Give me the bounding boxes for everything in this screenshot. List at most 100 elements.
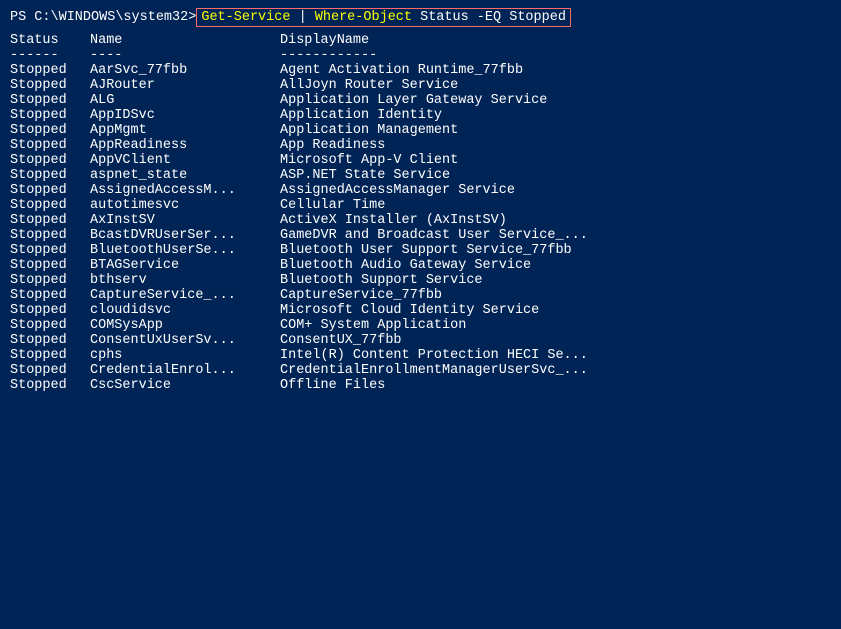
row-displayname: Bluetooth User Support Service_77fbb (280, 243, 831, 258)
prompt-line: PS C:\WINDOWS\system32> Get-Service | Wh… (10, 8, 831, 27)
row-status: Stopped (10, 228, 90, 243)
row-status: Stopped (10, 108, 90, 123)
table-row: StoppedcphsIntel(R) Content Protection H… (10, 348, 831, 363)
output-table: Status Name DisplayName ------ ---- ----… (10, 33, 831, 393)
row-displayname: App Readiness (280, 138, 831, 153)
row-status: Stopped (10, 318, 90, 333)
row-displayname: Bluetooth Support Service (280, 273, 831, 288)
row-displayname: Cellular Time (280, 198, 831, 213)
table-row: StoppedautotimesvcCellular Time (10, 198, 831, 213)
table-row: StoppedCscServiceOffline Files (10, 378, 831, 393)
table-row: StoppedALGApplication Layer Gateway Serv… (10, 93, 831, 108)
row-displayname: ActiveX Installer (AxInstSV) (280, 213, 831, 228)
row-displayname: Bluetooth Audio Gateway Service (280, 258, 831, 273)
row-name: COMSysApp (90, 318, 280, 333)
row-status: Stopped (10, 243, 90, 258)
row-status: Stopped (10, 78, 90, 93)
row-status: Stopped (10, 378, 90, 393)
row-displayname: CredentialEnrollmentManagerUserSvc_... (280, 363, 831, 378)
table-body: StoppedAarSvc_77fbbAgent Activation Runt… (10, 63, 831, 393)
row-name: aspnet_state (90, 168, 280, 183)
row-status: Stopped (10, 213, 90, 228)
row-status: Stopped (10, 183, 90, 198)
row-status: Stopped (10, 168, 90, 183)
row-name: BluetoothUserSe... (90, 243, 280, 258)
row-displayname: CaptureService_77fbb (280, 288, 831, 303)
header-status: Status (10, 33, 90, 48)
table-row: Stoppedaspnet_stateASP.NET State Service (10, 168, 831, 183)
row-status: Stopped (10, 198, 90, 213)
row-name: BcastDVRUserSer... (90, 228, 280, 243)
row-name: AppMgmt (90, 123, 280, 138)
table-row: StoppedcloudidsvcMicrosoft Cloud Identit… (10, 303, 831, 318)
table-row: StoppedBTAGServiceBluetooth Audio Gatewa… (10, 258, 831, 273)
row-displayname: GameDVR and Broadcast User Service_... (280, 228, 831, 243)
cmd-where-object: Where-Object (315, 10, 412, 25)
row-status: Stopped (10, 63, 90, 78)
table-row: StoppedAppMgmtApplication Management (10, 123, 831, 138)
row-name: ALG (90, 93, 280, 108)
sep-name: ---- (90, 48, 280, 63)
row-status: Stopped (10, 93, 90, 108)
row-status: Stopped (10, 288, 90, 303)
row-status: Stopped (10, 273, 90, 288)
command-box: Get-Service | Where-Object Status -EQ St… (196, 8, 571, 27)
row-status: Stopped (10, 333, 90, 348)
row-name: autotimesvc (90, 198, 280, 213)
terminal-window: PS C:\WINDOWS\system32> Get-Service | Wh… (10, 8, 831, 393)
row-displayname: ConsentUX_77fbb (280, 333, 831, 348)
row-displayname: AllJoyn Router Service (280, 78, 831, 93)
table-separator: ------ ---- ------------ (10, 48, 831, 63)
header-displayname: DisplayName (280, 33, 831, 48)
row-displayname: Application Identity (280, 108, 831, 123)
row-status: Stopped (10, 363, 90, 378)
table-row: StoppedAssignedAccessM...AssignedAccessM… (10, 183, 831, 198)
row-name: CscService (90, 378, 280, 393)
table-header: Status Name DisplayName (10, 33, 831, 48)
row-displayname: COM+ System Application (280, 318, 831, 333)
row-status: Stopped (10, 258, 90, 273)
row-name: AxInstSV (90, 213, 280, 228)
table-row: StoppedbthservBluetooth Support Service (10, 273, 831, 288)
table-row: StoppedConsentUxUserSv...ConsentUX_77fbb (10, 333, 831, 348)
row-status: Stopped (10, 123, 90, 138)
row-name: AppIDSvc (90, 108, 280, 123)
row-name: AarSvc_77fbb (90, 63, 280, 78)
row-displayname: Microsoft Cloud Identity Service (280, 303, 831, 318)
table-row: StoppedAppIDSvcApplication Identity (10, 108, 831, 123)
row-displayname: ASP.NET State Service (280, 168, 831, 183)
row-status: Stopped (10, 303, 90, 318)
row-displayname: Application Layer Gateway Service (280, 93, 831, 108)
cmd-pipe: | (290, 10, 314, 25)
table-row: StoppedCOMSysAppCOM+ System Application (10, 318, 831, 333)
table-row: StoppedAppReadinessApp Readiness (10, 138, 831, 153)
table-row: StoppedAarSvc_77fbbAgent Activation Runt… (10, 63, 831, 78)
row-displayname: Intel(R) Content Protection HECI Se... (280, 348, 831, 363)
row-displayname: AssignedAccessManager Service (280, 183, 831, 198)
table-row: StoppedAJRouterAllJoyn Router Service (10, 78, 831, 93)
row-status: Stopped (10, 348, 90, 363)
row-name: AppReadiness (90, 138, 280, 153)
header-name: Name (90, 33, 280, 48)
table-row: StoppedCredentialEnrol...CredentialEnrol… (10, 363, 831, 378)
cmd-get-service: Get-Service (201, 10, 290, 25)
table-row: StoppedAxInstSVActiveX Installer (AxInst… (10, 213, 831, 228)
table-row: StoppedCaptureService_...CaptureService_… (10, 288, 831, 303)
row-name: CredentialEnrol... (90, 363, 280, 378)
prompt-text: PS C:\WINDOWS\system32> (10, 10, 196, 25)
row-displayname: Microsoft App-V Client (280, 153, 831, 168)
row-displayname: Agent Activation Runtime_77fbb (280, 63, 831, 78)
row-name: cphs (90, 348, 280, 363)
row-name: ConsentUxUserSv... (90, 333, 280, 348)
row-name: cloudidsvc (90, 303, 280, 318)
sep-displayname: ------------ (280, 48, 831, 63)
row-name: CaptureService_... (90, 288, 280, 303)
row-status: Stopped (10, 138, 90, 153)
sep-status: ------ (10, 48, 90, 63)
table-row: StoppedBluetoothUserSe...Bluetooth User … (10, 243, 831, 258)
table-row: StoppedAppVClientMicrosoft App-V Client (10, 153, 831, 168)
cmd-rest: Status -EQ Stopped (412, 10, 566, 25)
row-displayname: Offline Files (280, 378, 831, 393)
row-displayname: Application Management (280, 123, 831, 138)
row-name: AJRouter (90, 78, 280, 93)
